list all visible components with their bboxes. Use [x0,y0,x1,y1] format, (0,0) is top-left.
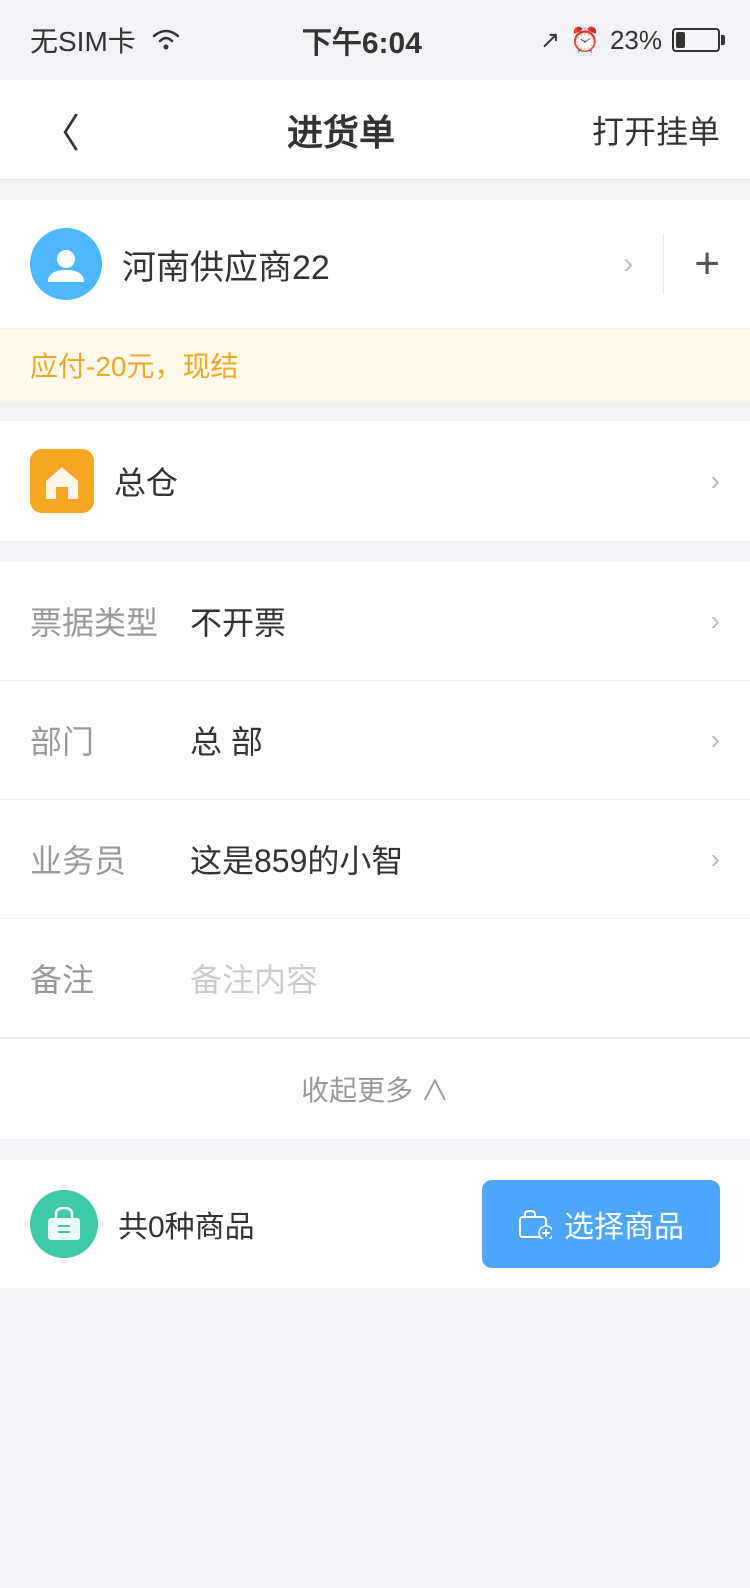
salesperson-value: 这是859的小智 [190,836,711,882]
note-value: 备注内容 [190,955,720,1001]
warehouse-name: 总仓 [114,458,711,504]
bottom-bar: 共0种商品 选择商品 [0,1159,750,1288]
dept-value: 总 部 [190,717,711,763]
select-product-button[interactable]: 选择商品 [482,1180,720,1268]
collapse-section[interactable]: 收起更多 ∧ [0,1038,750,1139]
product-icon-bg [30,1190,98,1258]
supplier-section: 河南供应商22 › + 应付-20元，现结 [0,200,750,401]
fields-section: 票据类型 不开票 › 部门 总 部 › 业务员 这是859的小智 › 备注 备注… [0,562,750,1139]
gps-icon: ↗ [540,26,560,55]
footer-area [0,1288,750,1588]
supplier-chevron-icon: › [623,247,633,281]
collapse-button[interactable]: 收起更多 ∧ [301,1069,449,1109]
invoice-value: 不开票 [190,598,711,644]
section-gap-1 [0,180,750,200]
wifi-icon [148,24,184,57]
dept-row[interactable]: 部门 总 部 › [0,681,750,800]
note-row[interactable]: 备注 备注内容 [0,919,750,1038]
add-supplier-button[interactable]: + [694,239,720,289]
supplier-actions: › + [623,234,720,294]
warehouse-icon-bg [30,449,94,513]
alarm-icon: ⏰ [570,26,600,55]
select-btn-label: 选择商品 [564,1202,684,1246]
open-pending-button[interactable]: 打开挂单 [592,107,720,153]
status-bar: 无SIM卡 下午6:04 ↗ ⏰ 23% [0,0,750,80]
invoice-chevron-icon: › [711,605,720,637]
notice-text: 应付-20元，现结 [30,351,238,382]
salesperson-chevron-icon: › [711,843,720,875]
invoice-label: 票据类型 [30,598,190,644]
status-time: 下午6:04 [302,18,422,62]
battery-icon [672,28,720,52]
warehouse-chevron-icon: › [711,465,720,497]
status-right: ↗ ⏰ 23% [540,25,720,56]
notice-bar: 应付-20元，现结 [0,329,750,401]
note-label: 备注 [30,955,190,1001]
supplier-name: 河南供应商22 [122,240,623,289]
salesperson-label: 业务员 [30,836,190,882]
invoice-type-row[interactable]: 票据类型 不开票 › [0,562,750,681]
warehouse-row[interactable]: 总仓 › [0,421,750,542]
section-gap-3 [0,542,750,562]
product-count: 共0种商品 [118,1202,482,1246]
supplier-avatar [30,228,102,300]
page-title: 进货单 [287,104,395,156]
supplier-row[interactable]: 河南供应商22 › + [0,200,750,329]
salesperson-row[interactable]: 业务员 这是859的小智 › [0,800,750,919]
vertical-divider [663,234,664,294]
dept-chevron-icon: › [711,724,720,756]
section-gap-2 [0,401,750,421]
status-left: 无SIM卡 [30,20,184,60]
nav-bar: 〈 进货单 打开挂单 [0,80,750,180]
dept-label: 部门 [30,717,190,763]
carrier-text: 无SIM卡 [30,20,136,60]
battery-percent: 23% [610,25,662,56]
back-button[interactable]: 〈 [30,91,90,169]
